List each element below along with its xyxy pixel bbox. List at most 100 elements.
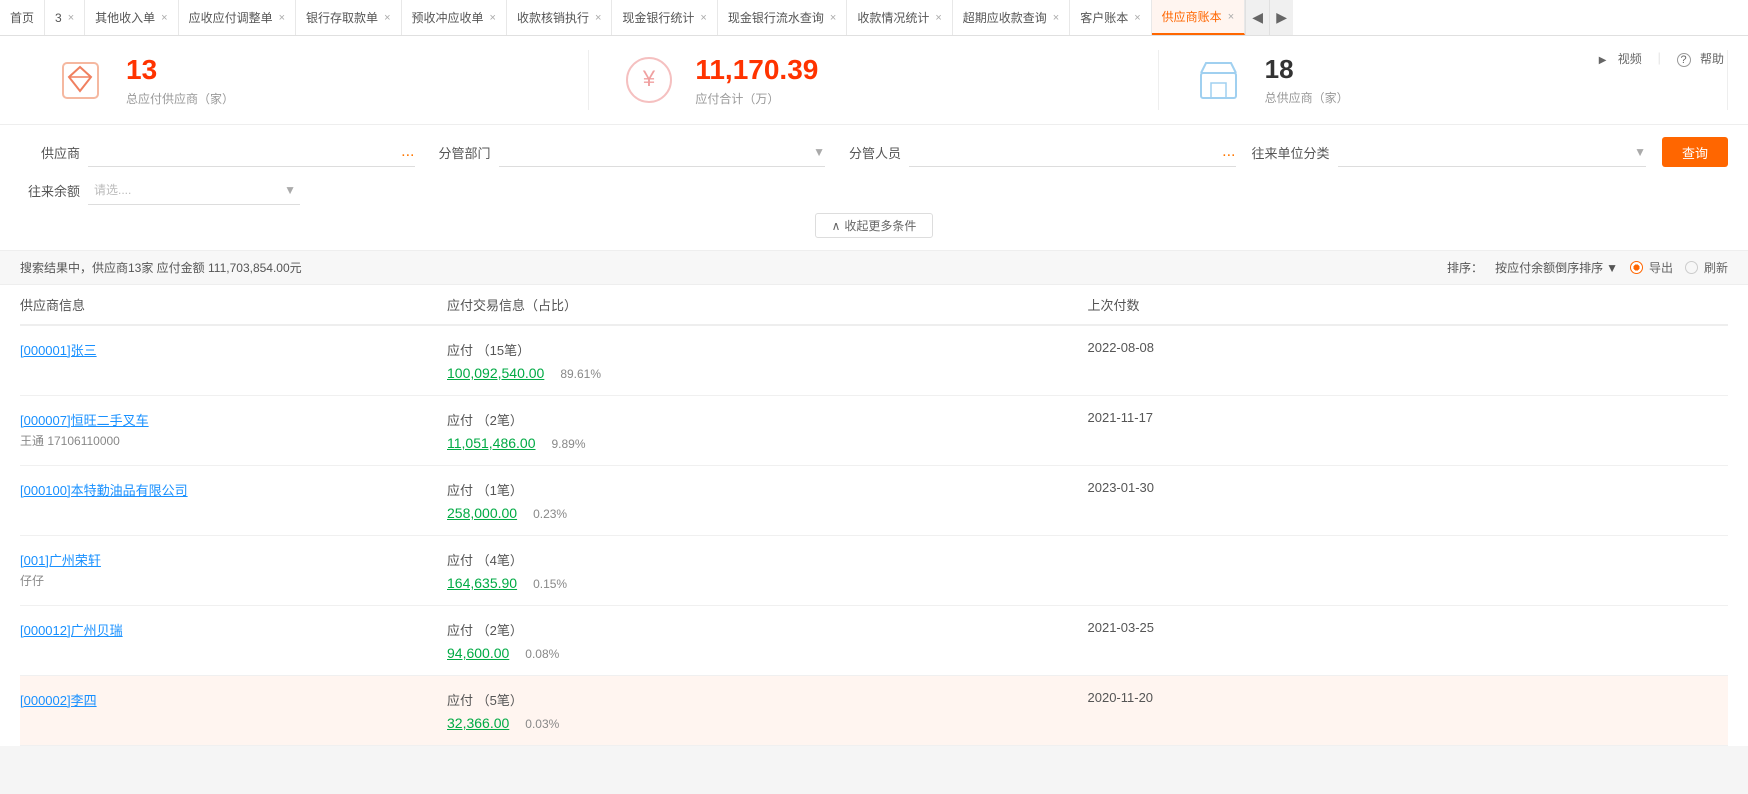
trade-amount-row-3: 258,000.00 0.23% — [447, 499, 1088, 521]
top-nav: 首页 3 × 其他收入单 × 应收应付调整单 × 银行存取款单 × 预收冲应收单… — [0, 0, 1748, 36]
nav-tab-ar-ap[interactable]: 应收应付调整单 × — [179, 0, 296, 35]
refresh-button[interactable]: 刷新 — [1685, 259, 1728, 276]
supplier-link-2[interactable]: [000007]恒旺二手叉车 — [20, 410, 447, 429]
person-dots[interactable]: ... — [1222, 143, 1235, 161]
nav-next-arrow[interactable]: ▶ — [1269, 0, 1293, 35]
last-payment-cell-6: 2020-11-20 — [1088, 690, 1515, 705]
payable-count-5: （2笔） — [477, 623, 523, 638]
last-payment-date-5: 2021-03-25 — [1088, 620, 1155, 635]
nav-tab-home[interactable]: 首页 — [0, 0, 45, 35]
nav-tab-receipt-label: 收款核销执行 — [517, 9, 589, 26]
person-input-wrapper: ... — [909, 137, 1236, 167]
result-summary-text: 搜索结果中，供应商13家 应付金额 111,703,854.00元 — [20, 259, 302, 276]
nav-tab-supplier-ledger[interactable]: 供应商账本 × — [1152, 0, 1245, 35]
nav-tab-prepay-label: 预收冲应收单 — [412, 9, 484, 26]
export-label: 导出 — [1649, 259, 1673, 276]
nav-tab-other-income[interactable]: 其他收入单 × — [85, 0, 178, 35]
close-icon[interactable]: × — [1228, 11, 1234, 23]
payable-total: 11,170.39 — [695, 53, 1127, 87]
export-button[interactable]: 导出 — [1630, 259, 1673, 276]
nav-tab-prepay[interactable]: 预收冲应收单 × — [402, 0, 507, 35]
trade-amount-6[interactable]: 32,366.00 — [447, 715, 509, 731]
export-radio-icon — [1630, 261, 1643, 274]
dept-input[interactable] — [499, 137, 814, 167]
person-input[interactable] — [909, 137, 1222, 167]
sort-value: 按应付余额倒序排序 — [1495, 259, 1603, 276]
search-button[interactable]: 查询 — [1662, 137, 1728, 167]
payable-label-3: 应付 — [447, 483, 473, 498]
nav-tab-receipt-stat[interactable]: 收款情况统计 × — [847, 0, 952, 35]
category-chevron[interactable]: ▼ — [1634, 145, 1646, 159]
trade-percent-4: 0.15% — [533, 577, 567, 591]
nav-tab-num3[interactable]: 3 × — [45, 0, 85, 35]
nav-tab-cash-stat[interactable]: 现金银行统计 × — [612, 0, 717, 35]
trade-amount-2[interactable]: 11,051,486.00 — [447, 435, 536, 451]
trade-amount-3[interactable]: 258,000.00 — [447, 505, 517, 521]
trade-amount-row-6: 32,366.00 0.03% — [447, 709, 1088, 731]
close-icon[interactable]: × — [279, 12, 285, 24]
supplier-input[interactable] — [88, 137, 401, 167]
close-icon[interactable]: × — [595, 12, 601, 24]
collapse-button[interactable]: ∧ 收起更多条件 — [815, 213, 934, 238]
nav-tab-overdue[interactable]: 超期应收款查询 × — [953, 0, 1070, 35]
dept-chevron[interactable]: ▼ — [813, 145, 825, 159]
category-input[interactable] — [1338, 137, 1635, 167]
help-link[interactable]: 帮助 — [1700, 52, 1724, 66]
close-icon[interactable]: × — [830, 12, 836, 24]
col-header-trade: 应付交易信息（占比） — [447, 295, 1088, 314]
close-icon[interactable]: × — [935, 12, 941, 24]
supplier-dots[interactable]: ... — [401, 143, 414, 161]
nav-tab-customer[interactable]: 客户账本 × — [1070, 0, 1151, 35]
nav-tab-receipt[interactable]: 收款核销执行 × — [507, 0, 612, 35]
supplier-link-6[interactable]: [000002]李四 — [20, 690, 447, 709]
close-icon[interactable]: × — [68, 12, 74, 24]
payable-count-4: （4笔） — [477, 553, 523, 568]
sort-button[interactable]: 按应付余额倒序排序 ▼ — [1495, 259, 1618, 276]
supplier-link-1[interactable]: [000001]张三 — [20, 340, 447, 359]
sort-chevron: ▼ — [1606, 261, 1618, 275]
supplier-cell-2: [000007]恒旺二手叉车 王通 17106110000 — [20, 410, 447, 449]
dept-filter-label: 分管部门 — [431, 143, 491, 162]
balance-chevron[interactable]: ▼ — [284, 183, 300, 197]
supplier-cell-1: [000001]张三 — [20, 340, 447, 359]
nav-tab-bank[interactable]: 银行存取款单 × — [296, 0, 401, 35]
trade-label-row-5: 应付 （2笔） — [447, 620, 1088, 639]
trade-amount-4[interactable]: 164,635.90 — [447, 575, 517, 591]
payable-count-1: （15笔） — [477, 343, 530, 358]
trade-label-row-6: 应付 （5笔） — [447, 690, 1088, 709]
trade-amount-row-4: 164,635.90 0.15% — [447, 569, 1088, 591]
person-filter-label: 分管人员 — [841, 143, 901, 162]
close-icon[interactable]: × — [1134, 12, 1140, 24]
nav-prev-arrow[interactable]: ◀ — [1245, 0, 1269, 35]
supplier-filter-label: 供应商 — [20, 143, 80, 162]
last-payment-date-3: 2023-01-30 — [1088, 480, 1155, 495]
payable-total-label: 应付合计（万） — [695, 90, 1127, 107]
summary-card-payable: ¥ 11,170.39 应付合计（万） — [589, 50, 1158, 110]
trade-cell-5: 应付 （2笔） 94,600.00 0.08% — [447, 620, 1088, 661]
close-icon[interactable]: × — [1053, 12, 1059, 24]
close-icon[interactable]: × — [161, 12, 167, 24]
nav-tab-home-label: 首页 — [10, 9, 34, 26]
nav-tab-cash-flow[interactable]: 现金银行流水查询 × — [718, 0, 847, 35]
refresh-radio-icon — [1685, 261, 1698, 274]
balance-placeholder: 请选.... — [94, 181, 131, 198]
summary-info-2: 11,170.39 应付合计（万） — [695, 53, 1127, 108]
trade-label-row-1: 应付 （15笔） — [447, 340, 1088, 359]
supplier-link-5[interactable]: [000012]广州贝瑞 — [20, 620, 447, 639]
last-payment-cell-3: 2023-01-30 — [1088, 480, 1515, 495]
summary-info-1: 13 总应付供应商（家） — [126, 53, 558, 108]
payable-label-1: 应付 — [447, 343, 473, 358]
trade-amount-1[interactable]: 100,092,540.00 — [447, 365, 544, 381]
supplier-link-4[interactable]: [001]广州荣轩 — [20, 550, 447, 569]
nav-tab-bank-label: 银行存取款单 — [306, 9, 378, 26]
supplier-link-3[interactable]: [000100]本特勤油品有限公司 — [20, 480, 447, 499]
result-text: 搜索结果中，供应商13家 应付金额 111,703,854.00元 — [20, 261, 302, 275]
video-link[interactable]: 视频 — [1618, 52, 1642, 66]
col-header-last-payment: 上次付数 — [1088, 295, 1515, 314]
close-icon[interactable]: × — [700, 12, 706, 24]
trade-amount-5[interactable]: 94,600.00 — [447, 645, 509, 661]
close-icon[interactable]: × — [384, 12, 390, 24]
filter-row-1: 供应商 ... 分管部门 ▼ 分管人员 ... 往来单位分类 — [20, 137, 1728, 167]
nav-tab-supplier-ledger-label: 供应商账本 — [1162, 8, 1222, 25]
close-icon[interactable]: × — [490, 12, 496, 24]
